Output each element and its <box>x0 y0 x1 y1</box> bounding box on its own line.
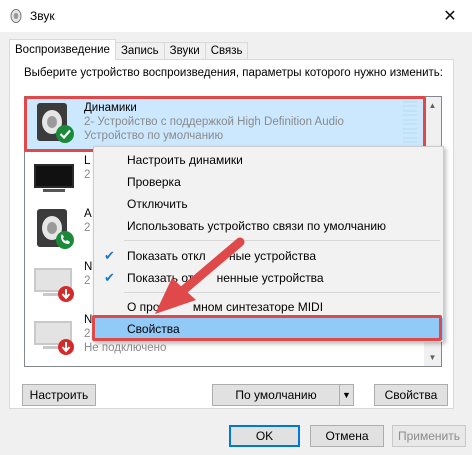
menu-item-test[interactable]: Проверка <box>94 171 443 193</box>
context-menu: Настроить динамики Проверка Отключить Ис… <box>93 146 444 342</box>
cancel-button-label: Отмена <box>325 429 369 443</box>
device-description: 2 <box>84 169 91 181</box>
menu-item-default-comm[interactable]: Использовать устройство связи по умолчан… <box>94 215 443 237</box>
tab-strip: Воспроизведение Запись Звуки Связь <box>9 39 249 60</box>
menu-item-label: О про мном синтезаторе MIDI <box>127 300 324 314</box>
apply-button[interactable]: Применить <box>392 425 466 447</box>
set-default-button[interactable]: По умолчанию ▼ <box>212 384 354 406</box>
set-default-button-label: По умолчанию <box>235 388 317 402</box>
device-text: А 2 <box>84 207 92 235</box>
monitor-disabled-icon <box>34 268 74 302</box>
title-bar: Звук ✕ <box>0 0 472 32</box>
properties-button[interactable]: Свойства <box>374 384 448 406</box>
scroll-up-icon[interactable]: ▲ <box>424 97 441 114</box>
tab-recording[interactable]: Запись <box>114 42 165 60</box>
device-description: 2 <box>84 275 91 287</box>
close-icon[interactable]: ✕ <box>428 0 472 32</box>
checkmark-icon: ✔ <box>104 248 115 263</box>
speaker-app-icon <box>10 9 22 23</box>
menu-item-label: Показать откл ные устройства <box>127 249 317 263</box>
window-title: Звук <box>30 9 55 23</box>
menu-item-configure-speakers[interactable]: Настроить динамики <box>94 149 443 171</box>
properties-highlight <box>92 315 442 341</box>
tab-playback[interactable]: Воспроизведение <box>9 39 116 60</box>
menu-item-show-disabled[interactable]: ✔ Показать откл ные устройства <box>94 245 443 267</box>
apply-button-label: Применить <box>397 429 460 443</box>
dropdown-arrow-icon[interactable]: ▼ <box>339 385 353 405</box>
selected-device-highlight <box>24 96 426 152</box>
monitor-disabled-icon <box>34 321 74 355</box>
cancel-button[interactable]: Отмена <box>310 425 384 447</box>
scroll-down-icon[interactable]: ▼ <box>424 349 441 366</box>
device-name: А <box>84 208 92 220</box>
device-text: L 2 <box>84 154 90 182</box>
tab-sounds[interactable]: Звуки <box>163 42 206 60</box>
configure-button-label: Настроить <box>29 388 89 402</box>
ok-button[interactable]: OK <box>229 425 300 447</box>
device-description: 2 <box>84 222 91 234</box>
configure-button[interactable]: Настроить <box>22 384 96 406</box>
menu-item-show-disconnected[interactable]: ✔ Показать от ненные устройства <box>94 267 443 289</box>
menu-separator <box>124 240 440 241</box>
device-name: L <box>84 155 91 167</box>
device-status: Не подключено <box>84 342 167 354</box>
instructions-text: Выберите устройство воспроизведения, пар… <box>24 67 443 79</box>
menu-item-label: Показать от ненные устройства <box>127 271 324 285</box>
device-name: N <box>84 261 93 273</box>
device-text: N 2 <box>84 260 92 288</box>
tab-communications[interactable]: Связь <box>204 42 249 60</box>
speaker-icon <box>37 209 74 249</box>
ok-button-label: OK <box>255 429 274 443</box>
properties-button-label: Свойства <box>384 388 438 402</box>
monitor-icon <box>34 164 74 192</box>
menu-separator <box>124 292 440 293</box>
checkmark-icon: ✔ <box>104 270 115 285</box>
menu-item-disable[interactable]: Отключить <box>94 193 443 215</box>
